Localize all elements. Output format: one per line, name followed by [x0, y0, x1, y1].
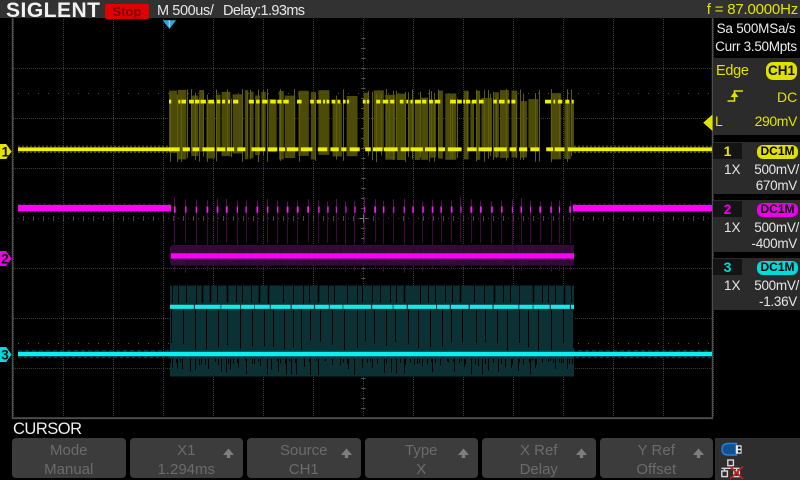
- svg-text:2: 2: [1, 251, 9, 266]
- svg-text:3: 3: [1, 347, 9, 362]
- svg-text:1: 1: [2, 144, 10, 159]
